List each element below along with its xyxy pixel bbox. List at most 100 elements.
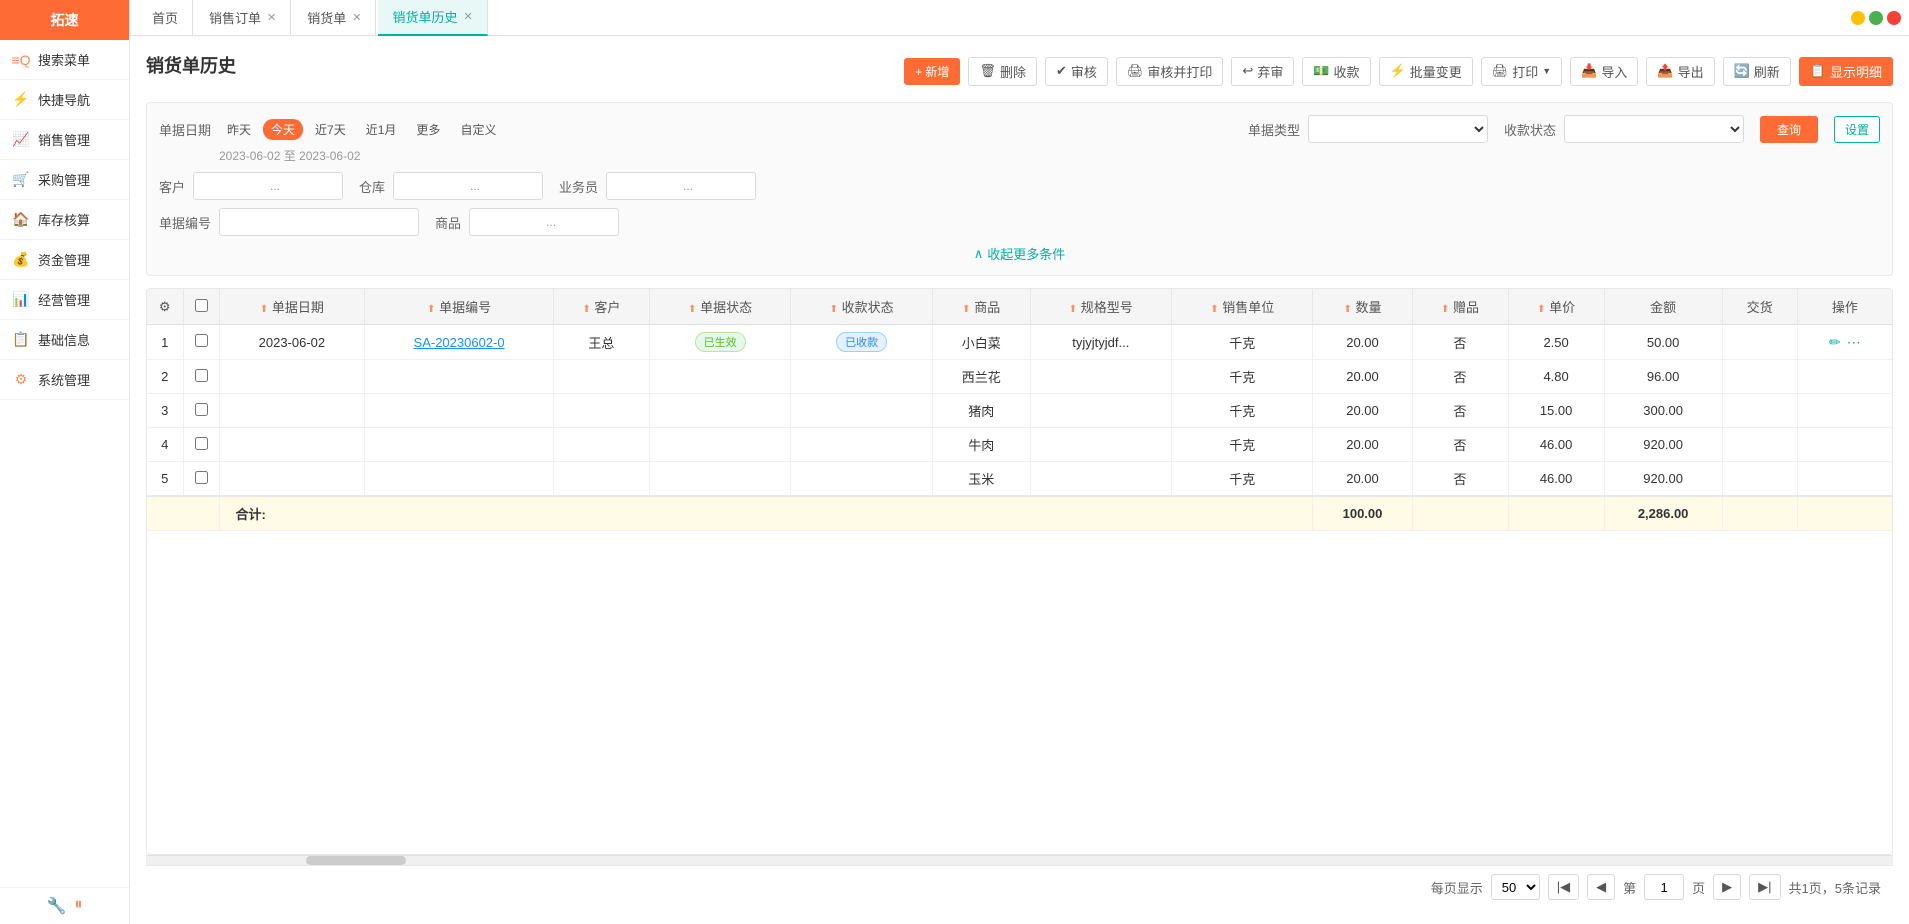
- sidebar-item-system-mgmt[interactable]: ⚙ 系统管理: [0, 360, 129, 400]
- goods-dots-icon[interactable]: ...: [546, 215, 612, 229]
- cell-doc-no[interactable]: [365, 428, 554, 462]
- salesperson-dots-icon[interactable]: ...: [683, 179, 749, 193]
- col-qty[interactable]: ⬆ 数量: [1313, 289, 1412, 325]
- sidebar-item-purchase-mgmt[interactable]: 🛒 采购管理: [0, 160, 129, 200]
- tab-sales-order[interactable]: 销售订单 ✕: [195, 0, 291, 36]
- tab-sales-order-close[interactable]: ✕: [267, 11, 276, 24]
- review-print-button[interactable]: 🖨 审核并打印: [1116, 57, 1224, 86]
- date-tab-custom[interactable]: 自定义: [452, 119, 504, 140]
- col-doc-date[interactable]: ⬆ 单据日期: [219, 289, 365, 325]
- cell-doc-no[interactable]: [365, 394, 554, 428]
- query-button[interactable]: 查询: [1760, 116, 1818, 143]
- last-page-button[interactable]: ▶|: [1749, 874, 1780, 900]
- review-button[interactable]: ✔ 审核: [1045, 57, 1108, 86]
- customer-dots-icon[interactable]: ...: [270, 179, 336, 193]
- warehouse-input[interactable]: ...: [393, 172, 543, 200]
- minimize-button[interactable]: [1851, 11, 1865, 25]
- row-checkbox[interactable]: [183, 325, 219, 360]
- cell-doc-no[interactable]: SA-20230602-0: [365, 325, 554, 360]
- row-select-checkbox[interactable]: [195, 403, 208, 416]
- doc-no-link[interactable]: SA-20230602-0: [414, 335, 505, 350]
- tab-sales-delivery[interactable]: 销货单 ✕: [293, 0, 376, 36]
- col-unit-price[interactable]: ⬆ 单价: [1508, 289, 1604, 325]
- prev-page-button[interactable]: ◀: [1587, 874, 1615, 900]
- col-checkbox[interactable]: [183, 289, 219, 325]
- goods-input[interactable]: ...: [469, 208, 619, 236]
- batch-change-button[interactable]: ⚡ 批量变更: [1379, 57, 1473, 86]
- sidebar-item-sales-mgmt[interactable]: 📈 销售管理: [0, 120, 129, 160]
- row-checkbox[interactable]: [183, 394, 219, 428]
- edit-icon[interactable]: ✏: [1829, 334, 1841, 350]
- tab-sales-history-close[interactable]: ✕: [464, 10, 473, 23]
- print-button[interactable]: 🖨 打印 ▼: [1481, 57, 1562, 86]
- date-tab-7days[interactable]: 近7天: [307, 119, 354, 140]
- sidebar-item-basic-info[interactable]: 📋 基础信息: [0, 320, 129, 360]
- col-customer[interactable]: ⬆ 客户: [553, 289, 649, 325]
- col-settings[interactable]: ⚙: [147, 289, 183, 325]
- cell-doc-no[interactable]: [365, 462, 554, 497]
- cell-doc-no[interactable]: [365, 360, 554, 394]
- row-checkbox[interactable]: [183, 428, 219, 462]
- sidebar-item-operations-mgmt[interactable]: 📊 经营管理: [0, 280, 129, 320]
- col-sales-unit[interactable]: ⬆ 销售单位: [1172, 289, 1313, 325]
- date-tab-more[interactable]: 更多: [408, 119, 448, 140]
- sidebar-item-search-menu[interactable]: ≡Q 搜索菜单: [0, 40, 129, 80]
- maximize-button[interactable]: [1869, 11, 1883, 25]
- col-amount[interactable]: 金额: [1604, 289, 1722, 325]
- show-detail-button[interactable]: 📋 显示明细: [1799, 57, 1893, 86]
- horizontal-scrollbar[interactable]: [146, 855, 1893, 865]
- date-tab-today[interactable]: 今天: [263, 119, 303, 140]
- col-collect-status[interactable]: ⬆ 收款状态: [791, 289, 932, 325]
- customer-input[interactable]: ...: [193, 172, 343, 200]
- col-gift[interactable]: ⬆ 赠品: [1412, 289, 1508, 325]
- col-doc-no[interactable]: ⬆ 单据编号: [365, 289, 554, 325]
- salesperson-input[interactable]: ...: [606, 172, 756, 200]
- sidebar-item-finance-mgmt[interactable]: 💰 资金管理: [0, 240, 129, 280]
- row-select-checkbox[interactable]: [195, 437, 208, 450]
- warehouse-dots-icon[interactable]: ...: [470, 179, 536, 193]
- more-action-icon[interactable]: ⋯: [1847, 334, 1861, 350]
- col-trade[interactable]: 交货: [1722, 289, 1797, 325]
- sidebar-pause-icon[interactable]: ⏸: [74, 896, 82, 916]
- settings-button[interactable]: 设置: [1834, 116, 1880, 143]
- col-spec-type[interactable]: ⬆ 规格型号: [1030, 289, 1171, 325]
- import-button[interactable]: 📥 导入: [1570, 57, 1638, 86]
- summary-empty3: [1722, 496, 1797, 531]
- first-page-button[interactable]: |◀: [1548, 874, 1579, 900]
- close-button[interactable]: [1887, 11, 1901, 25]
- date-tab-yesterday[interactable]: 昨天: [219, 119, 259, 140]
- per-page-select[interactable]: 50: [1491, 874, 1540, 900]
- row-select-checkbox[interactable]: [195, 471, 208, 484]
- tab-sales-history[interactable]: 销货单历史 ✕: [378, 0, 487, 36]
- tab-sales-delivery-close[interactable]: ✕: [352, 11, 361, 24]
- data-table-container: ⚙ ⬆ 单据日期 ⬆ 单据编号 ⬆ 客户 ⬆ 单据状态 ⬆ 收款状态 ⬆ 商品 …: [146, 288, 1893, 855]
- delete-button[interactable]: 🗑 删除: [968, 57, 1037, 86]
- sidebar-item-inventory-calc[interactable]: 🏠 库存核算: [0, 200, 129, 240]
- sidebar-item-quick-nav[interactable]: ⚡ 快捷导航: [0, 80, 129, 120]
- collect-status-select[interactable]: [1564, 115, 1744, 143]
- doc-type-select[interactable]: [1308, 115, 1488, 143]
- scrollbar-thumb[interactable]: [306, 856, 406, 865]
- summary-label: [147, 496, 219, 531]
- cell-collect-status: [791, 360, 932, 394]
- row-checkbox[interactable]: [183, 462, 219, 497]
- sidebar-settings-icon[interactable]: 🔧: [47, 896, 67, 916]
- export-button[interactable]: 📤 导出: [1646, 57, 1714, 86]
- row-select-checkbox[interactable]: [195, 369, 208, 382]
- refresh-button[interactable]: 🔄 刷新: [1723, 57, 1791, 86]
- row-checkbox[interactable]: [183, 360, 219, 394]
- select-all-checkbox[interactable]: [195, 299, 208, 312]
- new-button[interactable]: + 新增: [904, 58, 960, 85]
- date-tab-1month[interactable]: 近1月: [358, 119, 405, 140]
- tab-home[interactable]: 首页: [138, 0, 193, 36]
- row-select-checkbox[interactable]: [195, 334, 208, 347]
- col-goods[interactable]: ⬆ 商品: [932, 289, 1030, 325]
- doc-no-input[interactable]: [219, 208, 419, 236]
- next-page-button[interactable]: ▶: [1713, 874, 1741, 900]
- col-doc-status[interactable]: ⬆ 单据状态: [649, 289, 790, 325]
- collapse-button[interactable]: ∧ 收起更多条件: [159, 244, 1880, 263]
- abandon-button[interactable]: ↩ 弃审: [1231, 57, 1294, 86]
- page-number-input[interactable]: [1644, 874, 1684, 900]
- collect-button[interactable]: 💵 收款: [1302, 57, 1370, 86]
- filter-doc-type: 单据类型: [1248, 115, 1488, 143]
